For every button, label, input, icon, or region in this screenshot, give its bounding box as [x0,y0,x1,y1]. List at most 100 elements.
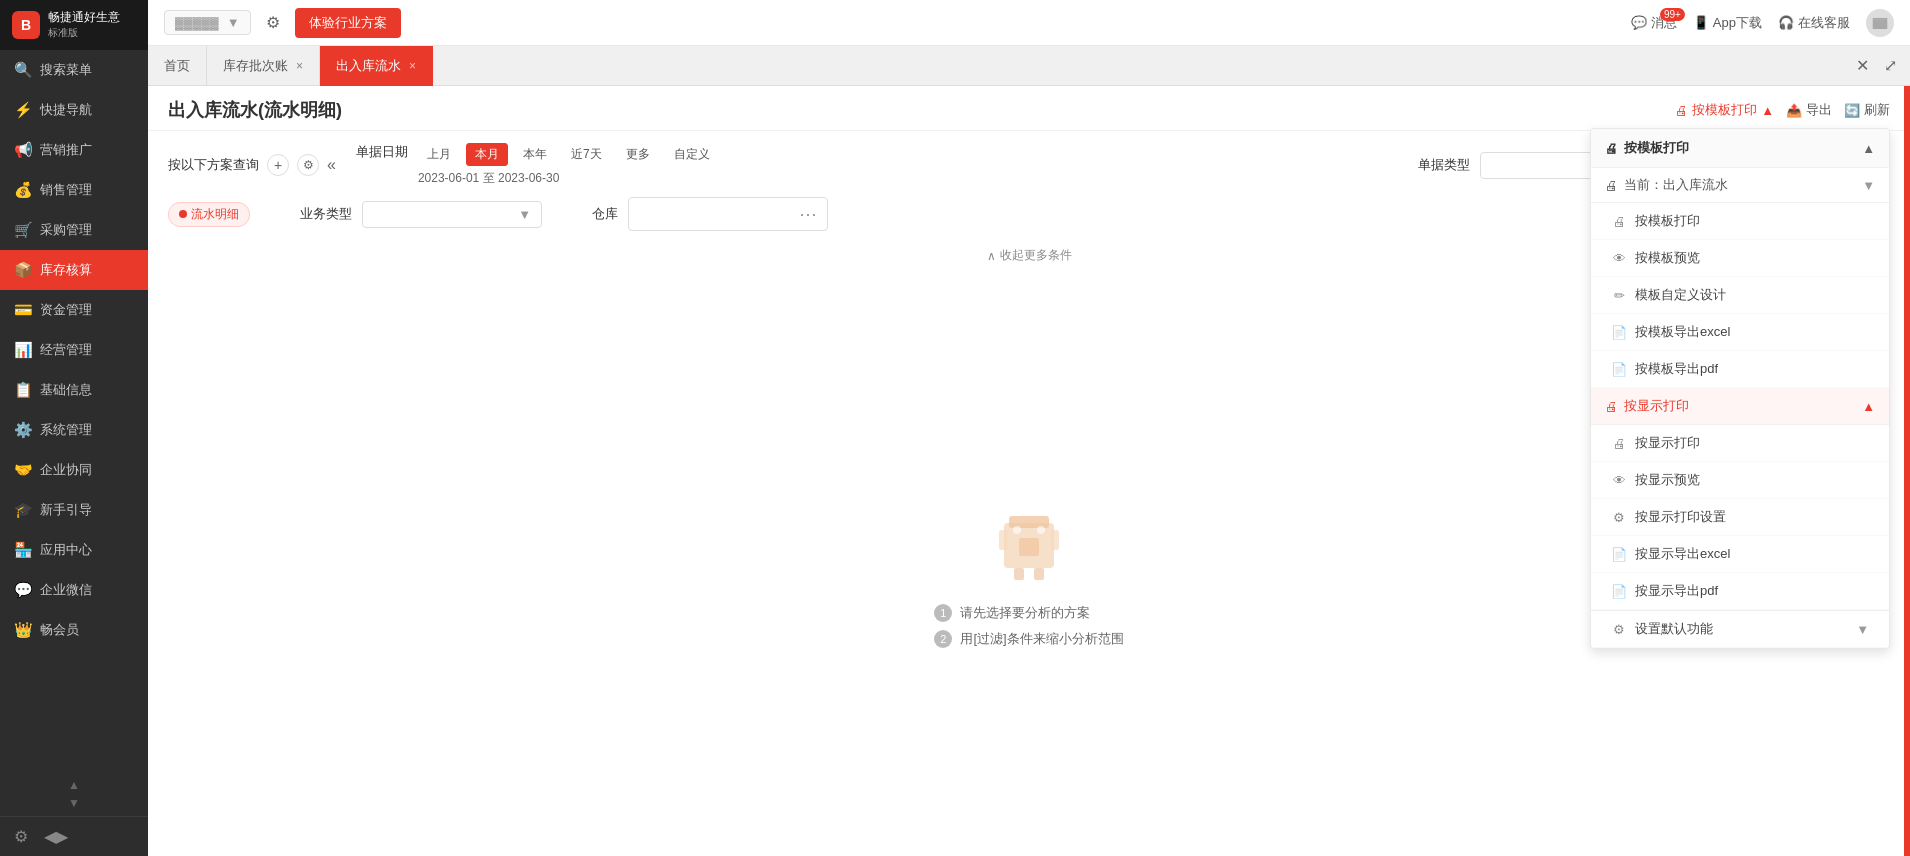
sidebar-item-member[interactable]: 👑 畅会员 [0,610,148,650]
filter-settings-button[interactable]: ⚙ [297,154,319,176]
date-btn-current-year[interactable]: 本年 [514,143,556,166]
panel-item-display-pdf[interactable]: 📄 按显示导出pdf [1591,573,1889,610]
sidebar-item-label: 营销推广 [40,141,92,159]
message-badge: 99+ [1660,8,1685,21]
date-btn-custom[interactable]: 自定义 [665,143,719,166]
sidebar-item-wechat[interactable]: 💬 企业微信 [0,570,148,610]
top-bar-left: ▓▓▓▓▓ ▼ ⚙ 体验行业方案 [164,8,1619,38]
sidebar-item-label: 畅会员 [40,621,79,639]
sidebar-item-operation[interactable]: 📊 经营管理 [0,330,148,370]
user-selector[interactable]: ▓▓▓▓▓ ▼ [164,10,251,35]
scroll-up-arrow[interactable]: ▲ [66,776,82,794]
template-pdf-label: 按模板导出pdf [1635,360,1718,378]
refresh-button[interactable]: 🔄 刷新 [1844,101,1890,119]
svg-rect-2 [1019,538,1039,556]
page-title: 出入库流水(流水明细) [168,98,342,122]
gear-button[interactable]: ⚙ [259,9,287,37]
refresh-icon: 🔄 [1844,103,1860,118]
sidebar-item-finance[interactable]: 💳 资金管理 [0,290,148,330]
collapse-more-button[interactable]: ∧ 收起更多条件 [987,247,1072,264]
tab-batch-account-close[interactable]: × [296,59,303,73]
tip-num-2: 2 [934,630,952,648]
panel-item-template-preview[interactable]: 👁 按模板预览 [1591,240,1889,277]
tab-flow[interactable]: 出入库流水 × [320,46,433,86]
display-excel-icon: 📄 [1611,547,1627,562]
sidebar-item-basic[interactable]: 📋 基础信息 [0,370,148,410]
sidebar-item-marketing[interactable]: 📢 营销推广 [0,130,148,170]
warehouse-select[interactable]: ⋯ [628,197,828,231]
default-settings-label: 设置默认功能 [1635,620,1713,638]
collapse-button[interactable]: « [327,156,336,174]
sidebar-item-newbie[interactable]: 🎓 新手引导 [0,490,148,530]
date-btn-current-month[interactable]: 本月 [466,143,508,166]
sidebar-item-appstore[interactable]: 🏪 应用中心 [0,530,148,570]
settings-bottom-icon[interactable]: ⚙ [14,827,28,846]
sidebar-item-label: 搜索菜单 [40,61,92,79]
panel-footer-default[interactable]: ⚙ 设置默认功能 ▼ [1591,610,1889,648]
panel-item-template-pdf[interactable]: 📄 按模板导出pdf [1591,351,1889,388]
scroll-down-arrow[interactable]: ▼ [66,794,82,812]
panel-group-header-display[interactable]: 🖨 按显示打印 ▲ [1591,388,1889,425]
wechat-icon: 💬 [14,581,32,599]
print-button[interactable]: 🖨 按模板打印 ▲ [1675,101,1774,119]
purchase-icon: 🛒 [14,221,32,239]
toggle-sidebar-icon[interactable]: ◀▶ [44,827,68,846]
display-preview-label: 按显示预览 [1635,471,1700,489]
tip-num-1: 1 [934,604,952,622]
panel-item-display-print[interactable]: 🖨 按显示打印 [1591,425,1889,462]
template-excel-label: 按模板导出excel [1635,323,1730,341]
message-icon: 💬 [1631,15,1647,30]
basic-icon: 📋 [14,381,32,399]
tab-batch-account[interactable]: 库存批次账 × [207,46,320,86]
sidebar-item-purchase[interactable]: 🛒 采购管理 [0,210,148,250]
panel-item-template-excel[interactable]: 📄 按模板导出excel [1591,314,1889,351]
user-avatar[interactable]: ▓▓ [1866,9,1894,37]
right-edge-bar[interactable] [1904,86,1910,856]
current-icon: 🖨 [1605,178,1618,193]
date-btn-more[interactable]: 更多 [617,143,659,166]
tab-flow-close[interactable]: × [409,59,416,73]
panel-title: 🖨 按模板打印 [1605,139,1689,157]
user-selector-text: ▓▓▓▓▓ [175,16,219,30]
svg-rect-5 [999,530,1007,550]
tabs-bar: 首页 库存批次账 × 出入库流水 × ✕ ⤢ [148,46,1910,86]
app-download-button[interactable]: 📱 App下载 [1693,14,1762,32]
panel-header: 🖨 按模板打印 ▲ [1591,129,1889,168]
industry-solution-button[interactable]: 体验行业方案 [295,8,401,38]
sidebar-item-quick-nav[interactable]: ⚡ 快捷导航 [0,90,148,130]
panel-item-template-custom[interactable]: ✏ 模板自定义设计 [1591,277,1889,314]
business-type-select[interactable]: ▼ [362,201,542,228]
close-win-button[interactable]: ✕ [1850,54,1874,78]
empty-tip-1-text: 请先选择要分析的方案 [960,604,1090,622]
panel-sub-header: 🖨 当前：出入库流水 ▼ [1591,168,1889,203]
sidebar-item-sales[interactable]: 💰 销售管理 [0,170,148,210]
date-range-text: 2023-06-01 至 2023-06-30 [418,170,719,187]
online-service-button[interactable]: 🎧 在线客服 [1778,14,1850,32]
panel-item-display-settings[interactable]: ⚙ 按显示打印设置 [1591,499,1889,536]
panel-item-template-print[interactable]: 🖨 按模板打印 [1591,203,1889,240]
message-button[interactable]: 💬 消息 99+ [1631,14,1677,32]
sidebar-item-inventory[interactable]: 📦 库存核算 [0,250,148,290]
sidebar-item-system[interactable]: ⚙️ 系统管理 [0,410,148,450]
main-content: ▓▓▓▓▓ ▼ ⚙ 体验行业方案 💬 消息 99+ 📱 App下载 🎧 在线客服… [148,0,1910,856]
panel-collapse-icon[interactable]: ▲ [1862,141,1875,156]
sidebar-item-search[interactable]: 🔍 搜索菜单 [0,50,148,90]
logo-title: 畅捷通好生意 [48,10,120,26]
panel-item-display-preview[interactable]: 👁 按显示预览 [1591,462,1889,499]
export-button[interactable]: 📤 导出 [1786,101,1832,119]
page-actions: 🖨 按模板打印 ▲ 📤 导出 🔄 刷新 [1675,101,1890,119]
date-btn-last-7[interactable]: 近7天 [562,143,611,166]
add-filter-button[interactable]: + [267,154,289,176]
tab-batch-account-label: 库存批次账 [223,57,288,75]
inventory-icon: 📦 [14,261,32,279]
page-area: 出入库流水(流水明细) 🖨 按模板打印 ▲ 📤 导出 🔄 刷新 [148,86,1910,856]
filter-tag[interactable]: 流水明细 [168,202,250,227]
panel-item-display-excel[interactable]: 📄 按显示导出excel [1591,536,1889,573]
template-pdf-icon: 📄 [1611,362,1627,377]
chevron-down-icon: ▼ [227,15,240,30]
current-arrow-icon[interactable]: ▼ [1862,178,1875,193]
sidebar-item-collab[interactable]: 🤝 企业协同 [0,450,148,490]
date-btn-last-month[interactable]: 上月 [418,143,460,166]
maximize-win-button[interactable]: ⤢ [1878,54,1902,78]
tab-home[interactable]: 首页 [148,46,207,86]
